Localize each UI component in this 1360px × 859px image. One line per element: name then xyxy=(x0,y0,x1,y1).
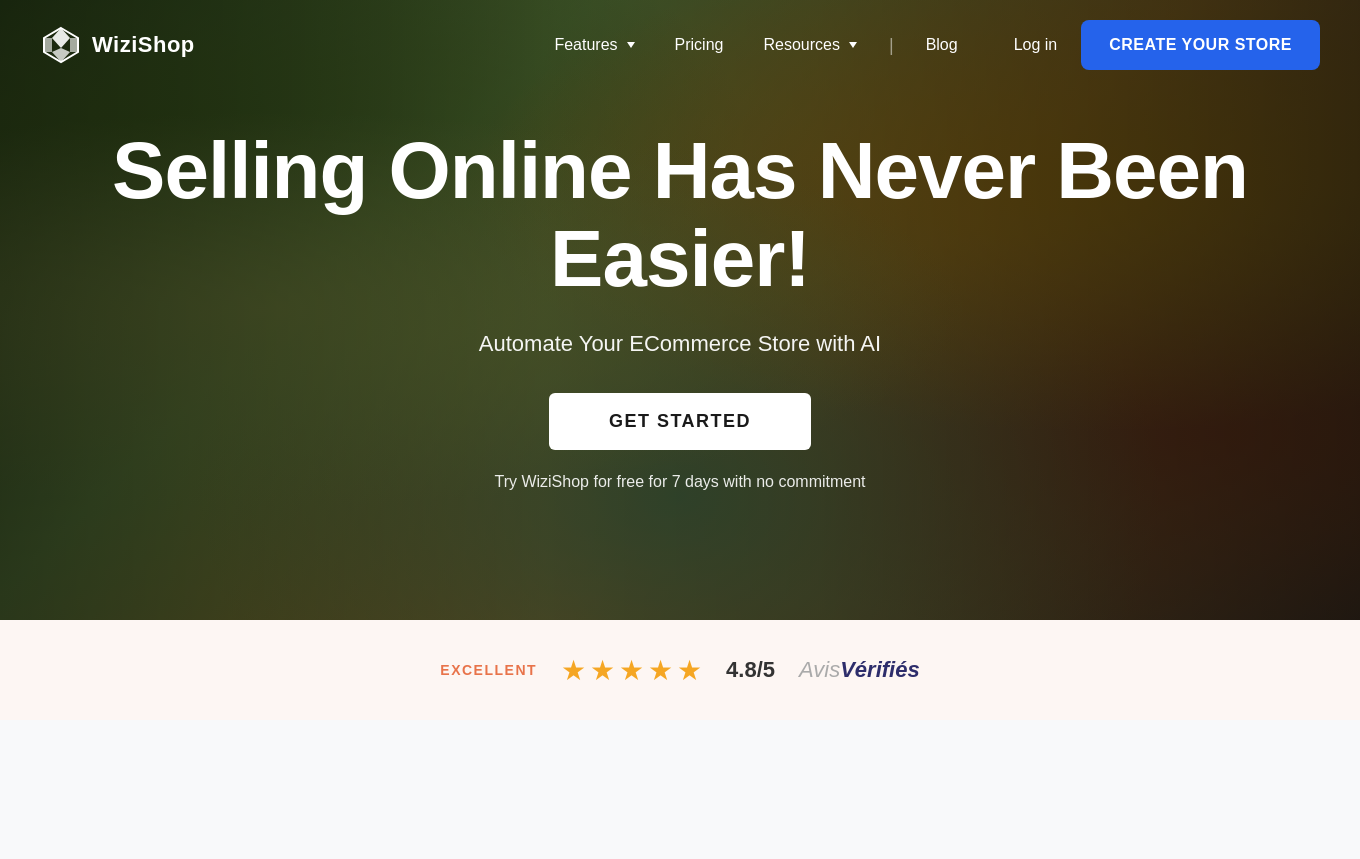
chevron-down-icon xyxy=(627,42,635,48)
below-fold-area xyxy=(0,720,1360,859)
hero-content: Selling Online Has Never Been Easier! Au… xyxy=(40,127,1320,494)
rating-score: 4.8/5 xyxy=(726,657,775,683)
star-4: ★ xyxy=(648,654,673,687)
logo-text: WiziShop xyxy=(92,32,195,58)
get-started-button[interactable]: GET STARTED xyxy=(549,393,811,450)
avis-text: Avis xyxy=(799,657,840,683)
nav-pricing[interactable]: Pricing xyxy=(659,28,740,62)
star-half: ★ xyxy=(677,654,702,687)
rating-label: EXCELLENT xyxy=(440,662,537,678)
nav-features[interactable]: Features xyxy=(538,28,650,62)
rating-strip: EXCELLENT ★ ★ ★ ★ ★ 4.8/5 Avis Vérifiés xyxy=(0,620,1360,720)
logo-link[interactable]: WiziShop xyxy=(40,24,195,66)
nav-links: Features Pricing Resources | Blog xyxy=(538,28,973,62)
hero-title: Selling Online Has Never Been Easier! xyxy=(80,127,1280,303)
nav-right: Log in CREATE YOUR STORE xyxy=(1014,20,1320,70)
chevron-down-icon xyxy=(849,42,857,48)
star-3: ★ xyxy=(619,654,644,687)
wizishop-logo-icon xyxy=(40,24,82,66)
hero-disclaimer: Try WiziShop for free for 7 days with no… xyxy=(494,470,865,494)
nav-resources[interactable]: Resources xyxy=(747,28,872,62)
nav-blog[interactable]: Blog xyxy=(910,28,974,62)
hero-subtitle: Automate Your ECommerce Store with AI xyxy=(479,331,881,357)
nav-separator: | xyxy=(889,35,894,55)
star-1: ★ xyxy=(561,654,586,687)
stars-row: ★ ★ ★ ★ ★ xyxy=(561,654,702,687)
avis-verifies-logo: Avis Vérifiés xyxy=(799,657,920,683)
login-link[interactable]: Log in xyxy=(1014,36,1058,54)
create-store-button[interactable]: CREATE YOUR STORE xyxy=(1081,20,1320,70)
verifies-text: Vérifiés xyxy=(840,657,920,683)
hero-section: Selling Online Has Never Been Easier! Au… xyxy=(0,0,1360,620)
navbar: WiziShop Features Pricing Resources | Bl… xyxy=(0,0,1360,90)
star-2: ★ xyxy=(590,654,615,687)
